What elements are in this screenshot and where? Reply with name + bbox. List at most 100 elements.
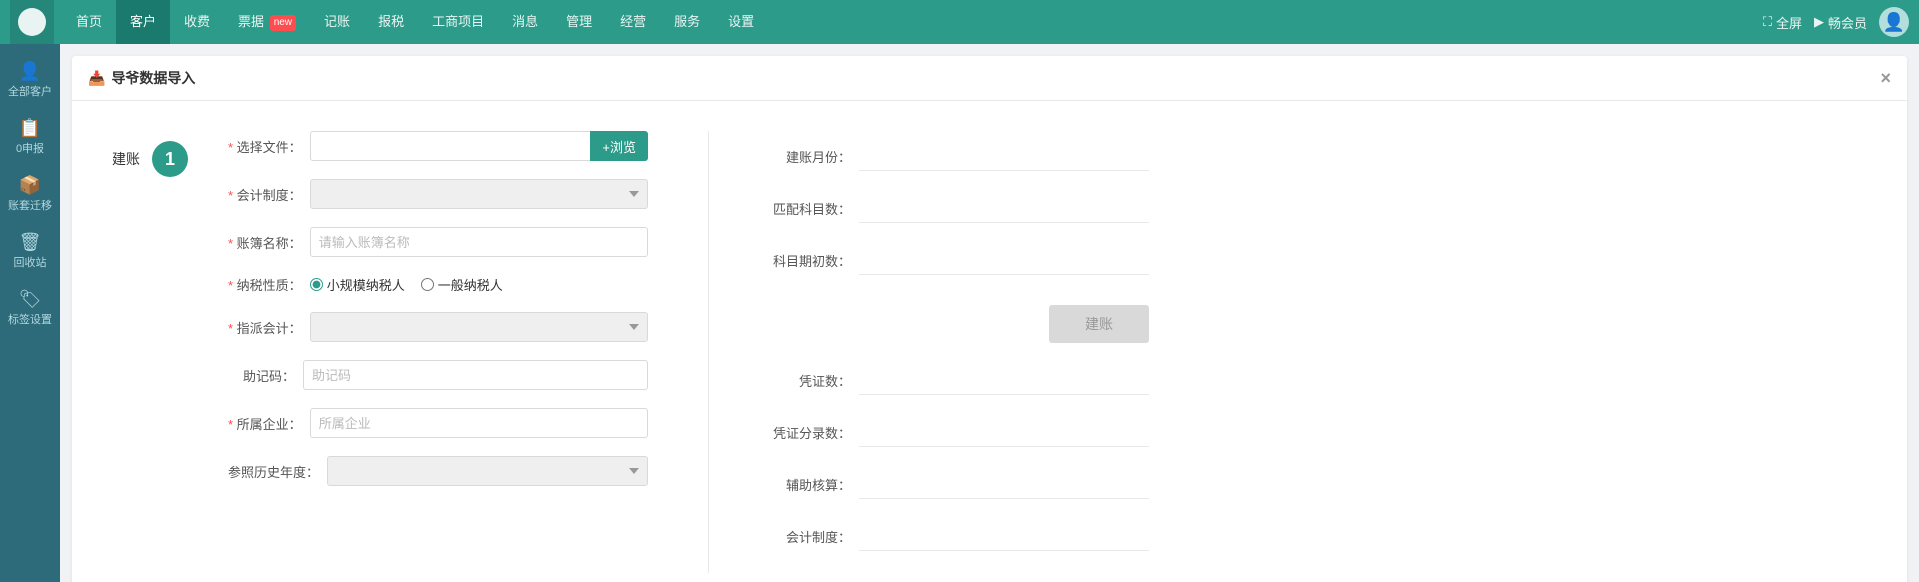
info-panel: 建账月份： 匹配科目数： 科目期初数： 建账 [769,131,1149,573]
sidebar-item-recycle[interactable]: 🗑 回收站 [2,225,58,278]
nav-tax[interactable]: 报税 [364,0,418,44]
accounting-system-info-value [859,521,1149,551]
history-year-label: 参照历史年度： [228,462,327,481]
ledger-name-label: 账簿名称： [228,233,310,252]
company-label: 所属企业： [228,414,310,433]
accountant-row: 指派会计： [228,312,648,342]
app-logo[interactable] [10,0,54,44]
declaration-icon: 📋 [19,119,41,137]
nav-services[interactable]: 服务 [660,0,714,44]
info-row-initial-amount: 科目期初数： [769,245,1149,275]
nav-settings[interactable]: 设置 [714,0,768,44]
new-badge: new [270,15,296,31]
close-button[interactable]: × [1880,69,1891,87]
nav-invoices[interactable]: 票据 new [224,0,310,44]
fullscreen-icon: ⛶ [1763,14,1772,30]
tax-type-radio-group: 小规模纳税人 一般纳税人 [310,275,648,294]
info-row-voucher-entries: 凭证分录数： [769,417,1149,447]
nav-messages[interactable]: 消息 [498,0,552,44]
sidebar-item-account-migration[interactable]: 📦 账套迁移 [2,168,58,221]
initial-amount-label: 科目期初数： [769,251,859,270]
info-row-jianzhang-month: 建账月份： [769,141,1149,171]
info-row-accounting-system: 会计制度： [769,521,1149,551]
panel-title: 导爷数据导入 [111,68,195,88]
nav-accounting[interactable]: 记账 [310,0,364,44]
auxiliary-value [859,469,1149,499]
file-row: 选择文件： +浏览 [228,131,648,161]
all-clients-icon: 👤 [19,62,41,80]
main-layout: 👤 全部客户 📋 0申报 📦 账套迁移 🗑 回收站 🏷 标签设置 📥 导爷 [0,44,1919,582]
sidebar-item-tag-settings[interactable]: 🏷 标签设置 [2,282,58,335]
panel-title-icon: 📥 [88,70,105,87]
ledger-name-input[interactable] [310,227,648,257]
tag-settings-icon: 🏷 [19,290,42,308]
general-taxpayer-option[interactable]: 一般纳税人 [421,275,503,294]
jianzhang-month-label: 建账月份： [769,147,859,166]
recycle-icon: 🗑 [19,233,42,251]
memo-row: 助记码： [228,360,648,390]
history-year-row: 参照历史年度： [228,456,648,486]
top-navigation: 首页 客户 收费 票据 new 记账 报税 工商项目 消息 管理 经营 服务 设… [0,0,1919,44]
info-row-voucher-count: 凭证数： [769,365,1149,395]
avatar-icon: 👤 [1883,12,1905,33]
file-input-group: +浏览 [310,131,648,161]
voucher-entries-label: 凭证分录数： [769,423,859,442]
voucher-entries-value [859,417,1149,447]
sidebar-item-all-clients[interactable]: 👤 全部客户 [2,54,58,107]
accountant-label: 指派会计： [228,318,310,337]
nav-clients[interactable]: 客户 [116,0,170,44]
form-body: 建账 1 选择文件： +浏览 会计制度： [72,101,1907,582]
nav-manage[interactable]: 管理 [552,0,606,44]
accounting-system-select[interactable] [310,179,648,209]
info-row-auxiliary: 辅助核算： [769,469,1149,499]
match-subjects-value [859,193,1149,223]
sidebar-item-declaration[interactable]: 📋 0申报 [2,111,58,164]
logo-icon [18,8,46,36]
history-year-select[interactable] [327,456,648,486]
file-input[interactable] [310,131,591,161]
browse-button[interactable]: +浏览 [590,131,648,161]
company-input[interactable] [310,408,648,438]
accounting-system-info-label: 会计制度： [769,527,859,546]
accounting-system-label: 会计制度： [228,185,310,204]
voucher-count-value [859,365,1149,395]
nav-billing[interactable]: 收费 [170,0,224,44]
info-row-match-subjects: 匹配科目数： [769,193,1149,223]
accountant-select[interactable] [310,312,648,342]
nav-business[interactable]: 工商项目 [418,0,498,44]
match-subjects-label: 匹配科目数： [769,199,859,218]
step-label: 建账 [112,141,140,169]
create-account-button[interactable]: 建账 [1049,305,1149,343]
step-section: 建账 1 [112,131,188,573]
memo-input[interactable] [303,360,648,390]
initial-amount-value [859,245,1149,275]
memo-label: 助记码： [228,366,303,385]
vertical-divider [708,131,709,573]
vip-icon: ▶ [1814,14,1824,30]
general-taxpayer-radio[interactable] [421,278,434,291]
small-taxpayer-radio[interactable] [310,278,323,291]
small-taxpayer-option[interactable]: 小规模纳税人 [310,275,405,294]
nav-items: 首页 客户 收费 票据 new 记账 报税 工商项目 消息 管理 经营 服务 设… [62,0,768,44]
form-fields: 选择文件： +浏览 会计制度： [228,131,648,573]
content-area: 📥 导爷数据导入 × 建账 1 选择文件： [60,44,1919,582]
file-label: 选择文件： [228,137,310,156]
nav-operations[interactable]: 经营 [606,0,660,44]
jianzhang-month-value [859,141,1149,171]
nav-right: ⛶ 全屏 ▶ 畅会员 👤 [1763,7,1909,37]
avatar[interactable]: 👤 [1879,7,1909,37]
fullscreen-btn[interactable]: ⛶ 全屏 [1763,13,1802,32]
auxiliary-label: 辅助核算： [769,475,859,494]
tax-type-label: 纳税性质： [228,275,310,294]
company-row: 所属企业： [228,408,648,438]
accounting-system-row: 会计制度： [228,179,648,209]
import-panel: 📥 导爷数据导入 × 建账 1 选择文件： [72,56,1907,582]
account-migration-icon: 📦 [19,176,41,194]
nav-home[interactable]: 首页 [62,0,116,44]
vip-btn[interactable]: ▶ 畅会员 [1814,13,1867,32]
tax-type-row: 纳税性质： 小规模纳税人 一般纳税人 [228,275,648,294]
ledger-name-row: 账簿名称： [228,227,648,257]
sidebar: 👤 全部客户 📋 0申报 📦 账套迁移 🗑 回收站 🏷 标签设置 [0,44,60,582]
voucher-count-label: 凭证数： [769,371,859,390]
step-badge: 1 [152,141,188,177]
